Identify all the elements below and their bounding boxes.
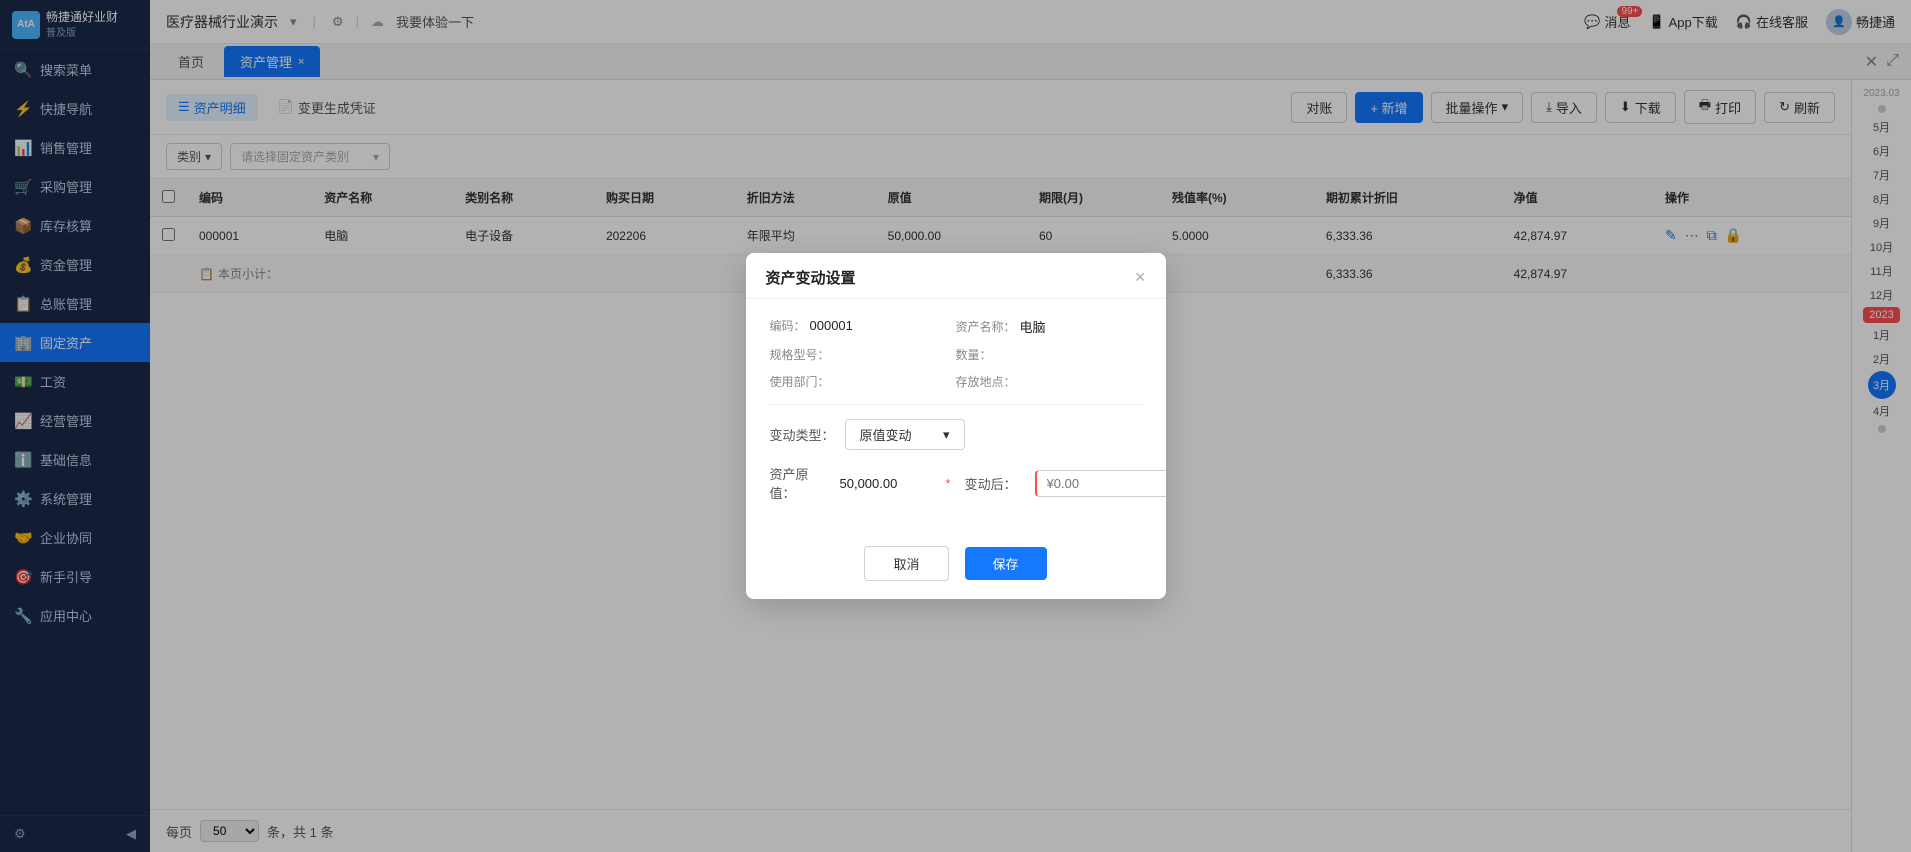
change-type-dropdown-icon: ▾ <box>943 427 950 443</box>
original-value-display: 50,000.00 <box>840 476 920 491</box>
cancel-button[interactable]: 取消 <box>864 546 948 581</box>
asset-name-value: 电脑 <box>1020 317 1046 336</box>
dialog-field-dept: 使用部门： <box>770 373 956 390</box>
dialog-field-spec: 规格型号： <box>770 346 956 363</box>
code-label: 编码： <box>770 317 806 334</box>
quantity-label: 数量： <box>956 346 992 363</box>
dialog-header: 资产变动设置 × <box>746 253 1166 299</box>
dialog-overlay: 资产变动设置 × 编码： 000001 资产名称： 电脑 <box>0 0 1911 852</box>
save-button[interactable]: 保存 <box>965 547 1047 580</box>
dialog-close-btn[interactable]: × <box>1135 267 1146 288</box>
dialog-field-asset-name: 资产名称： 电脑 <box>956 317 1142 336</box>
dialog-change-type-row: 变动类型： 原值变动 ▾ <box>770 419 1142 450</box>
dialog-title: 资产变动设置 <box>766 267 856 288</box>
change-type-value: 原值变动 <box>860 425 912 444</box>
change-type-select[interactable]: 原值变动 ▾ <box>845 419 965 450</box>
asset-change-dialog: 资产变动设置 × 编码： 000001 资产名称： 电脑 <box>746 253 1166 599</box>
spec-label: 规格型号： <box>770 346 830 363</box>
asset-name-label: 资产名称： <box>956 318 1016 335</box>
dialog-field-quantity: 数量： <box>956 346 1142 363</box>
after-label: 变动后： <box>965 474 1025 493</box>
dept-label: 使用部门： <box>770 373 830 390</box>
after-value-input[interactable] <box>1035 470 1166 497</box>
dialog-value-row: 资产原值： 50,000.00 * 变动后： <box>770 464 1142 502</box>
original-value-label: 资产原值： <box>770 464 830 502</box>
dialog-body: 编码： 000001 资产名称： 电脑 规格型号： <box>746 299 1166 534</box>
change-type-label: 变动类型： <box>770 425 835 444</box>
after-required-star: * <box>946 476 951 491</box>
dialog-info-grid: 编码： 000001 资产名称： 电脑 规格型号： <box>770 317 1142 405</box>
code-value: 000001 <box>810 318 853 333</box>
location-label: 存放地点： <box>956 373 1016 390</box>
dialog-field-code: 编码： 000001 <box>770 317 956 336</box>
dialog-field-location: 存放地点： <box>956 373 1142 390</box>
dialog-footer: 取消 保存 <box>746 534 1166 599</box>
